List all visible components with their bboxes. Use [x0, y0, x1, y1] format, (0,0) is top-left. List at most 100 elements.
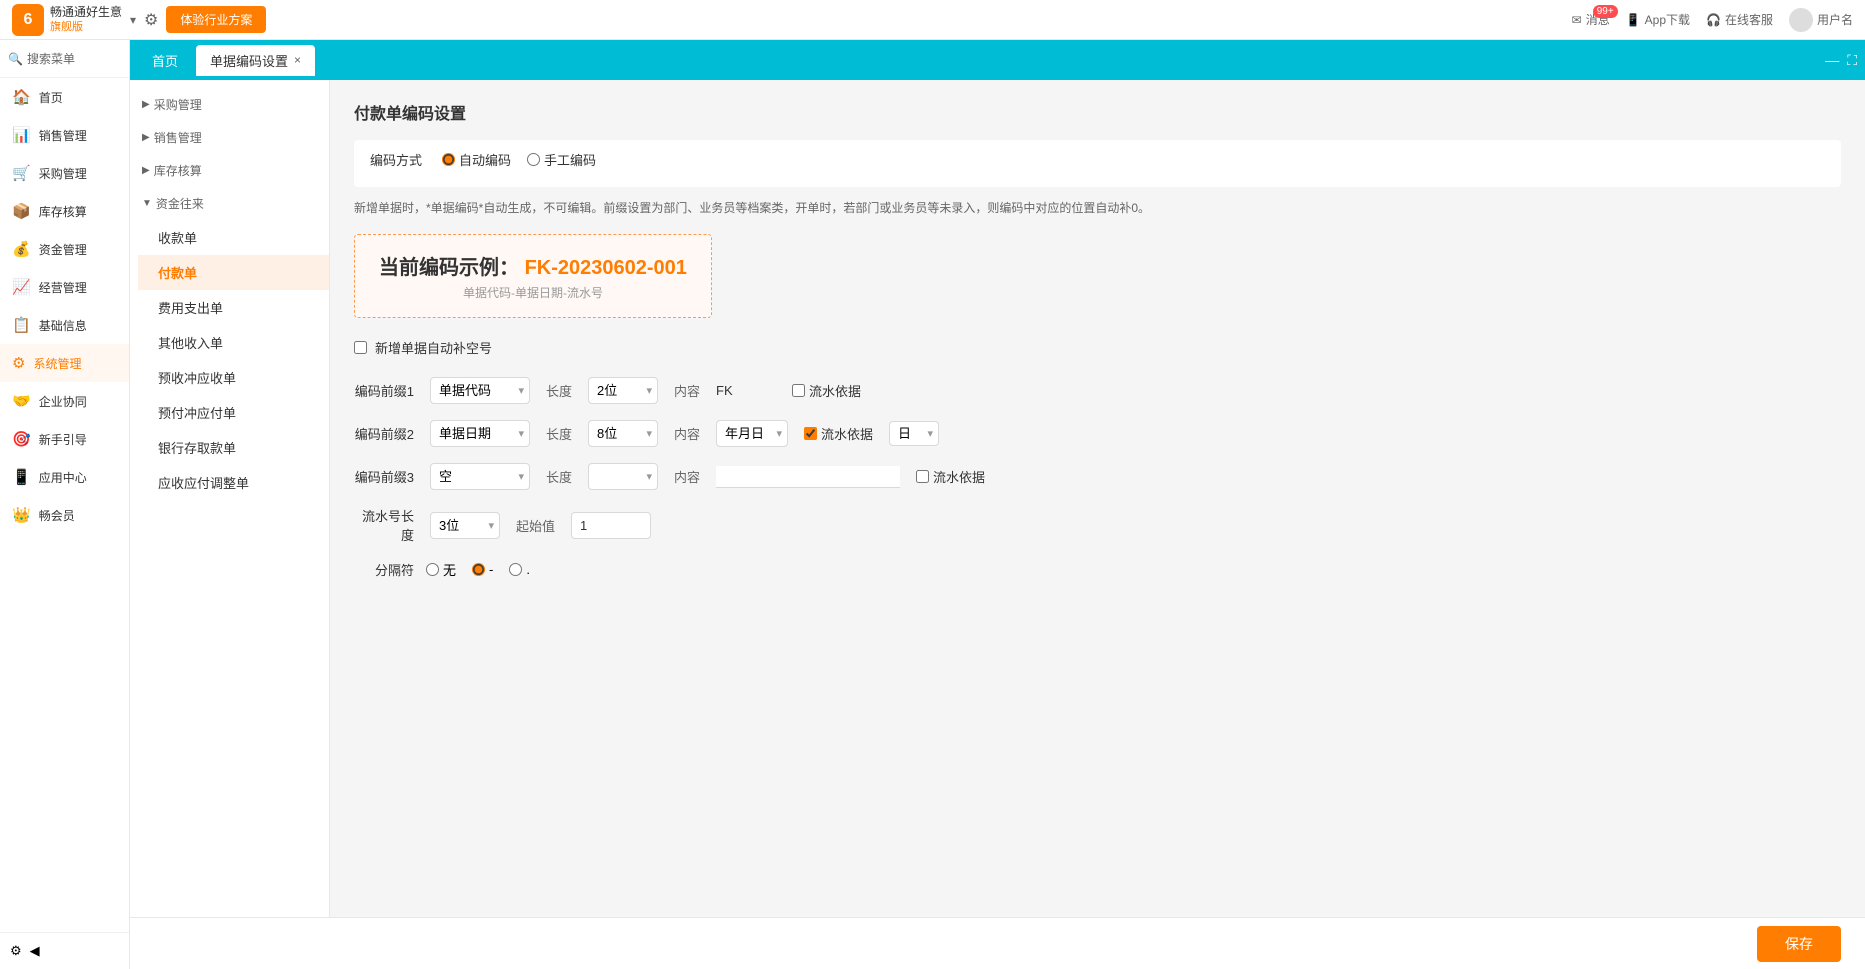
- prefix2-content-select[interactable]: 年月日: [716, 420, 788, 447]
- purchase-icon: 🛒: [12, 164, 31, 182]
- top-bar-left: 6 畅通通好生意 旗舰版 ▾ ⚙ 体验行业方案: [12, 4, 266, 36]
- app-download-item[interactable]: 📱 App下载: [1626, 11, 1690, 28]
- save-button[interactable]: 保存: [1757, 926, 1841, 962]
- subnav-other-income[interactable]: 其他收入单: [138, 325, 329, 360]
- prefix3-content-input[interactable]: [716, 466, 900, 488]
- prefix3-length-select[interactable]: [588, 463, 658, 490]
- collapse-icon[interactable]: ◀: [30, 943, 40, 959]
- prefix2-stream-select[interactable]: 日 月 年: [889, 421, 939, 446]
- logo-icon: 6: [12, 4, 44, 36]
- sidebar-label-enterprise: 企业协同: [39, 393, 87, 410]
- serial-start-input[interactable]: [571, 512, 651, 539]
- subnav-inventory-label: 库存核算: [154, 162, 202, 179]
- sidebar-item-guide[interactable]: 🎯 新手引导: [0, 420, 129, 458]
- auto-fill-label: 新增单据自动补空号: [375, 338, 492, 357]
- auto-fill-checkbox[interactable]: [354, 341, 367, 354]
- main-content: 付款单编码设置 编码方式 自动编码 手工编码: [330, 80, 1865, 917]
- prefix3-stream-checkbox[interactable]: [916, 470, 929, 483]
- subnav-bank-deposit[interactable]: 银行存取款单: [138, 430, 329, 465]
- logo-title: 畅通通好生意: [50, 5, 122, 21]
- tab-encoding[interactable]: 单据编码设置 ×: [196, 45, 315, 76]
- sep-dot-input[interactable]: [509, 563, 522, 576]
- online-service-item[interactable]: 🎧 在线客服: [1706, 11, 1773, 28]
- prefix1-length-select[interactable]: 2位: [588, 377, 658, 404]
- sep-dot[interactable]: .: [509, 562, 530, 577]
- sidebar-item-home[interactable]: 🏠 首页: [0, 78, 129, 116]
- prefix3-select[interactable]: 空: [430, 463, 530, 490]
- user-item[interactable]: 用户名: [1789, 8, 1853, 32]
- home-icon: 🏠: [12, 88, 31, 106]
- sidebar-search[interactable]: 🔍 搜索菜单: [0, 40, 129, 78]
- prefix1-stream-checkbox[interactable]: [792, 384, 805, 397]
- prefix3-stream-label[interactable]: 流水依据: [916, 467, 985, 486]
- subnav-payment[interactable]: 付款单: [138, 255, 329, 290]
- finance-icon: 💰: [12, 240, 31, 258]
- sep-none-input[interactable]: [426, 563, 439, 576]
- sidebar: 🔍 搜索菜单 🏠 首页 📊 销售管理 🛒 采购管理 📦 库存核算 💰 资金管理 …: [0, 40, 130, 969]
- sidebar-label-home: 首页: [39, 89, 63, 106]
- prefix2-label: 编码前缀2: [354, 424, 414, 443]
- subnav-prepay-collect[interactable]: 预收冲应收单: [138, 360, 329, 395]
- prefix1-stream-label[interactable]: 流水依据: [792, 381, 861, 400]
- radio-manual[interactable]: 手工编码: [527, 150, 596, 169]
- tab-close-icon[interactable]: ×: [294, 53, 301, 67]
- message-icon: ✉: [1572, 13, 1582, 27]
- settings-icon[interactable]: ⚙: [144, 10, 158, 30]
- sep-none-label: 无: [443, 560, 456, 579]
- subnav-expense[interactable]: 费用支出单: [138, 290, 329, 325]
- sep-dash[interactable]: -: [472, 562, 493, 577]
- preview-value: FK-20230602-001: [525, 257, 687, 279]
- user-avatar: [1789, 8, 1813, 32]
- dropdown-arrow-icon[interactable]: ▾: [130, 13, 136, 27]
- serial-length-select[interactable]: 3位 4位 5位: [430, 512, 500, 539]
- logo-symbol: 6: [24, 11, 33, 29]
- minimize-icon[interactable]: —: [1825, 52, 1839, 69]
- sep-dash-input[interactable]: [472, 563, 485, 576]
- radio-auto[interactable]: 自动编码: [442, 150, 511, 169]
- trial-button[interactable]: 体验行业方案: [166, 6, 266, 33]
- sidebar-item-sales[interactable]: 📊 销售管理: [0, 116, 129, 154]
- subnav-sales-label: 销售管理: [154, 129, 202, 146]
- sidebar-item-purchase[interactable]: 🛒 采购管理: [0, 154, 129, 192]
- sidebar-item-basic[interactable]: 📋 基础信息: [0, 306, 129, 344]
- subnav-capital-group[interactable]: ▼ 资金往来: [130, 187, 329, 220]
- sidebar-label-sales: 销售管理: [39, 127, 87, 144]
- subnav-sales-group[interactable]: ▶ 销售管理: [130, 121, 329, 154]
- enterprise-icon: 🤝: [12, 392, 31, 410]
- subnav-inventory-group[interactable]: ▶ 库存核算: [130, 154, 329, 187]
- tab-bar: 首页 单据编码设置 × — ⛶: [130, 40, 1865, 80]
- maximize-icon[interactable]: ⛶: [1847, 52, 1857, 69]
- sidebar-label-finance: 资金管理: [39, 241, 87, 258]
- radio-auto-input[interactable]: [442, 153, 455, 166]
- sidebar-item-operation[interactable]: 📈 经营管理: [0, 268, 129, 306]
- expense-label: 费用支出单: [158, 298, 223, 317]
- encoding-method-section: 编码方式 自动编码 手工编码: [354, 140, 1841, 187]
- tab-home[interactable]: 首页: [138, 45, 192, 76]
- separator-row: 分隔符 无 - .: [354, 560, 1841, 579]
- settings-bottom-icon[interactable]: ⚙: [10, 943, 22, 959]
- online-service-label: 在线客服: [1725, 11, 1773, 28]
- prefix3-stream-text: 流水依据: [933, 467, 985, 486]
- subnav-adjust[interactable]: 应收应付调整单: [138, 465, 329, 500]
- prefix2-length-select[interactable]: 8位: [588, 420, 658, 447]
- sidebar-item-system[interactable]: ⚙ 系统管理: [0, 344, 129, 382]
- subnav-prepay-pay[interactable]: 预付冲应付单: [138, 395, 329, 430]
- sidebar-item-inventory[interactable]: 📦 库存核算: [0, 192, 129, 230]
- guide-icon: 🎯: [12, 430, 31, 448]
- sidebar-item-apps[interactable]: 📱 应用中心: [0, 458, 129, 496]
- prefix2-select[interactable]: 单据日期: [430, 420, 530, 447]
- prefix2-stream-checkbox[interactable]: [804, 427, 817, 440]
- sidebar-item-enterprise[interactable]: 🤝 企业协同: [0, 382, 129, 420]
- subnav-purchase-group[interactable]: ▶ 采购管理: [130, 88, 329, 121]
- radio-manual-input[interactable]: [527, 153, 540, 166]
- prefix1-select-wrapper: 单据代码: [430, 377, 530, 404]
- sidebar-item-finance[interactable]: 💰 资金管理: [0, 230, 129, 268]
- preview-code: 当前编码示例： FK-20230602-001: [379, 251, 687, 280]
- prefix1-select[interactable]: 单据代码: [430, 377, 530, 404]
- sep-none[interactable]: 无: [426, 560, 456, 579]
- message-item[interactable]: ✉ 消息 99+: [1572, 11, 1610, 28]
- subnav-receipt[interactable]: 收款单: [138, 220, 329, 255]
- sidebar-label-purchase: 采购管理: [39, 165, 87, 182]
- prefix2-stream-label[interactable]: 流水依据: [804, 424, 873, 443]
- sidebar-item-vip[interactable]: 👑 畅会员: [0, 496, 129, 534]
